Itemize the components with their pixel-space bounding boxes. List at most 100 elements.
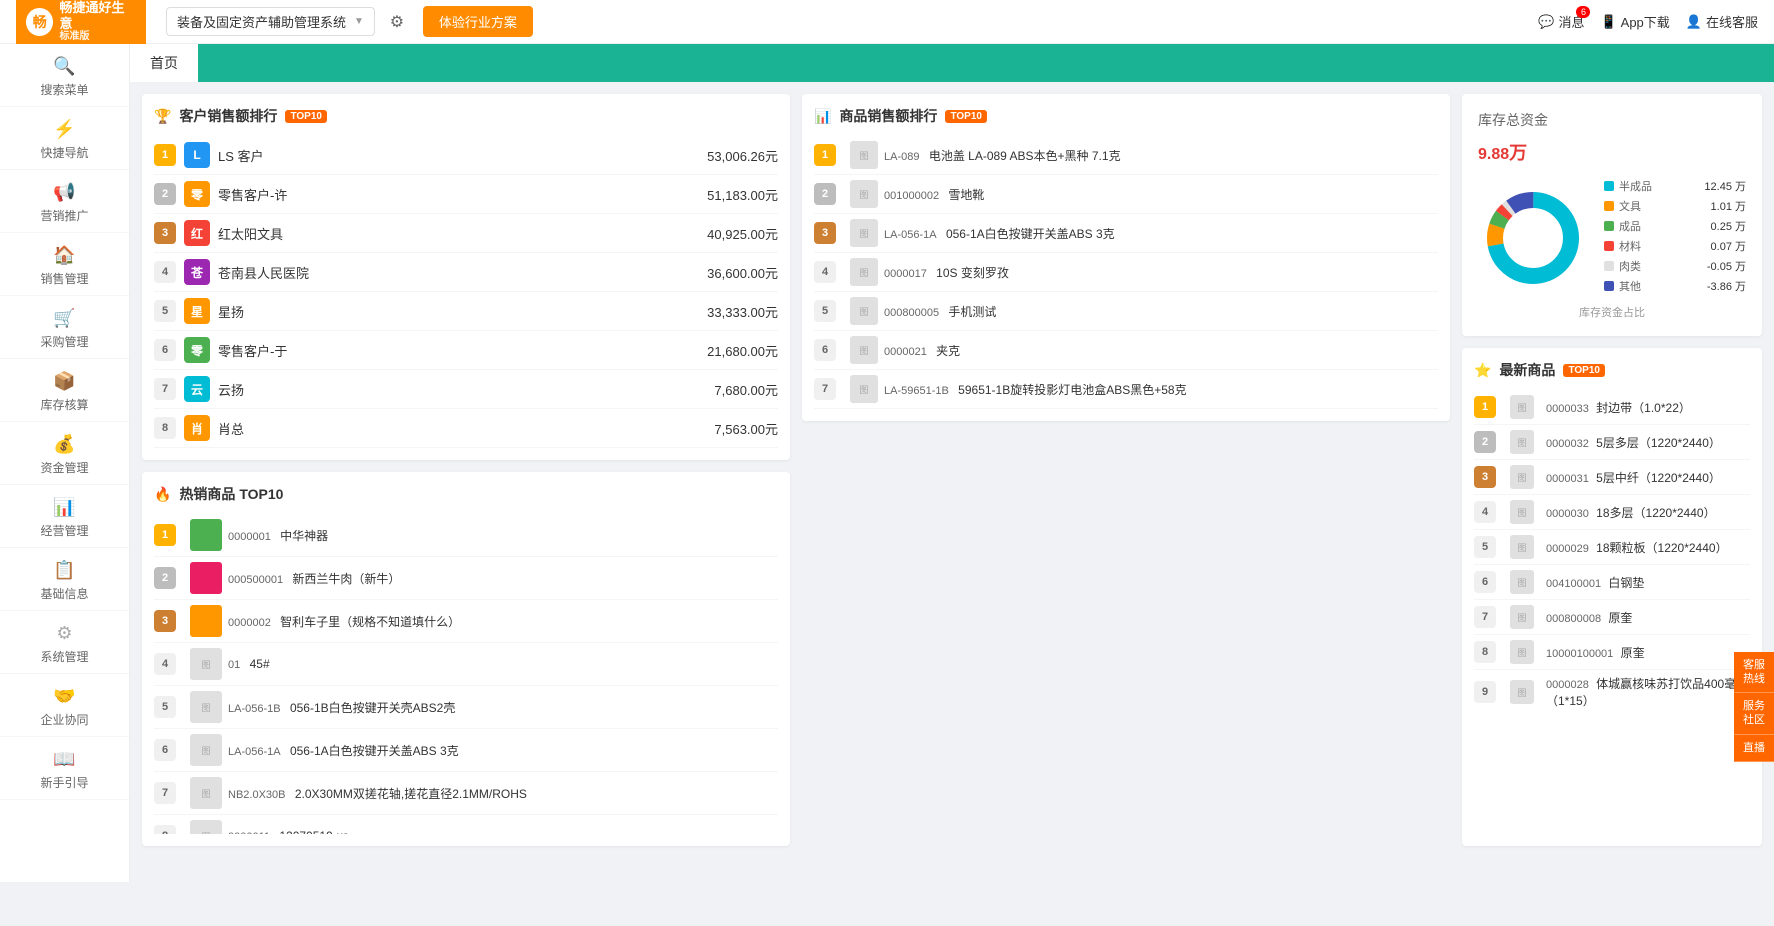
new-prod-item: 4 图 0000030 18多层（1220*2440） [1474,495,1750,530]
hot-prod-item: 6 图 LA-056-1A 056-1A白色按键开关盖ABS 3克 [154,729,778,772]
hot-prod-list: 1 0000001 中华神器 2 000500001 新西兰牛肉（新牛） 3 0… [154,514,778,834]
product-rank-item: 4 图 0000017 10S 变刻罗孜 [814,253,1438,292]
sidebar-item-sales[interactable]: 🏠 销售管理 [0,233,129,296]
product-rank-item: 1 图 LA-089 电池盖 LA-089 ABS本色+黑种 7.1克 [814,136,1438,175]
new-prod-code: 10000100001 [1546,648,1613,660]
prod-info: 0000001 中华神器 [228,527,778,544]
product-code: 0000017 [884,268,927,280]
product-rank-item: 3 图 LA-056-1A 056-1A白色按键开关盖ABS 3克 [814,214,1438,253]
float-btn-community[interactable]: 服务社区 [1734,693,1774,735]
new-prod-thumb: 图 [1510,535,1534,559]
sidebar-item-finance[interactable]: 💰 资金管理 [0,422,129,485]
product-thumb: 图 [850,375,878,403]
customer-top-badge: TOP10 [285,110,327,123]
system-select[interactable]: 装备及固定资产辅助管理系统 ▼ [166,7,375,36]
product-code: LA-089 [884,151,919,163]
message-icon: 💬 [1538,14,1554,30]
sidebar-item-search[interactable]: 🔍 搜索菜单 [0,44,129,107]
prod-info: 000500001 新西兰牛肉（新牛） [228,570,778,587]
new-prod-info: 0000029 18颗粒板（1220*2440） [1546,539,1728,556]
legend-item: 成品 0.25 万 [1604,218,1746,234]
donut-chart [1478,183,1588,293]
new-prod-info: 0000031 5层中纤（1220*2440） [1546,469,1721,486]
new-prod-item: 1 图 0000033 封边带（1.0*22） [1474,390,1750,425]
customer-amount: 36,600.00元 [707,263,778,282]
sidebar-item-enterprise[interactable]: 🤝 企业协同 [0,674,129,737]
product-code: 0000021 [884,346,927,358]
service-label: 在线客服 [1706,12,1758,31]
customer-amount: 7,563.00元 [714,419,778,438]
nav-tabs: 首页 [130,44,1774,82]
new-prod-thumb: 图 [1510,500,1534,524]
hot-prod-item: 7 图 NB2.0X30B 2.0X30MM双搓花轴,搓花直径2.1MM/ROH… [154,772,778,815]
product-rank-item: 6 图 0000021 夹克 [814,331,1438,370]
float-btn-service[interactable]: 客服热线 [1734,652,1774,694]
product-name: 手机测试 [948,305,996,319]
product-rank-item: 5 图 000800005 手机测试 [814,292,1438,331]
online-service-btn[interactable]: 👤 在线客服 [1686,12,1758,31]
sidebar-item-label: 基础信息 [40,585,88,602]
legend-value: 1.01 万 [1711,198,1746,214]
legend-name: 半成品 [1619,178,1704,194]
sidebar-item-guide[interactable]: 📖 新手引导 [0,737,129,800]
app-download-btn[interactable]: 📱 App下载 [1600,12,1669,31]
sidebar-item-system[interactable]: ⚙ 系统管理 [0,611,129,674]
sidebar-item-marketing[interactable]: 📢 营销推广 [0,170,129,233]
customer-name: 肖总 [218,419,714,438]
marketing-icon: 📢 [53,182,75,203]
legend-dot [1604,241,1614,251]
hot-prod-code: 000500001 [228,574,283,586]
legend-value: 0.25 万 [1711,218,1746,234]
customer-rank-item: 7 云 云扬 7,680.00元 [154,370,778,409]
left-column: 🏆 客户销售额排行 TOP10 1 L LS 客户 53,006.26元 2 零… [142,94,790,846]
new-prod-thumb: 图 [1510,395,1534,419]
new-prod-thumb: 图 [1510,430,1534,454]
sidebar-item-operations[interactable]: 📊 经营管理 [0,485,129,548]
middle-column: 📊 商品销售额排行 TOP10 1 图 LA-089 电池盖 LA-089 AB… [802,94,1450,846]
legend-item: 材料 0.07 万 [1604,238,1746,254]
customer-amount: 40,925.00元 [707,224,778,243]
hot-prod-name: 2.0X30MM双搓花轴,搓花直径2.1MM/ROHS [295,787,527,801]
customer-amount: 53,006.26元 [707,146,778,165]
tab-home[interactable]: 首页 [130,44,198,82]
search-icon: 🔍 [53,56,75,77]
system-name: 装备及固定资产辅助管理系统 [177,12,346,31]
trophy-icon: 🏆 [154,108,171,125]
hot-prod-code: NB2.0X30B [228,789,285,801]
legend-item: 文具 1.01 万 [1604,198,1746,214]
hot-products-title: 🔥 热销商品 TOP10 [154,484,778,504]
customer-avatar: L [184,142,210,168]
sidebar-item-basic-info[interactable]: 📋 基础信息 [0,548,129,611]
prod-info: 01 45# [228,657,778,671]
customer-rank-item: 4 苍 苍南县人民医院 36,600.00元 [154,253,778,292]
product-name: 056-1A白色按键开关盖ABS 3克 [946,227,1115,241]
hot-prod-name: 056-1B白色按键开关壳ABS2壳 [290,701,455,715]
legend-name: 肉类 [1619,258,1707,274]
hot-prod-code: 01 [228,659,240,671]
new-prod-info: 10000100001 原奎 [1546,644,1645,661]
product-thumb: 图 [850,180,878,208]
gear-icon[interactable]: ⚙ [383,8,411,36]
top-header: 畅 畅捷通好生意 标准版 装备及固定资产辅助管理系统 ▼ ⚙ 体验行业方案 💬 … [0,0,1774,44]
legend-dot [1604,261,1614,271]
sidebar-item-label: 快捷导航 [40,144,88,161]
new-prod-code: 004100001 [1546,578,1601,590]
header-center: 装备及固定资产辅助管理系统 ▼ ⚙ 体验行业方案 [146,6,1538,37]
app-icon: 📱 [1600,14,1616,30]
message-btn[interactable]: 💬 消息 6 [1538,12,1584,31]
legend-item: 半成品 12.45 万 [1604,178,1746,194]
sidebar-item-label: 系统管理 [40,648,88,665]
new-prod-code: 0000030 [1546,508,1589,520]
trial-button[interactable]: 体验行业方案 [423,6,533,37]
product-name: 夹克 [936,344,960,358]
stock-chart-area: 半成品 12.45 万 文具 1.01 万 成品 0.25 万 材料 0.07 … [1478,178,1746,298]
customer-rank-list: 1 L LS 客户 53,006.26元 2 零 零售客户-许 51,183.0… [154,136,778,448]
brand-icon: 畅 [26,8,53,36]
sidebar-item-quicknav[interactable]: ⚡ 快捷导航 [0,107,129,170]
sidebar-item-inventory[interactable]: 📦 库存核算 [0,359,129,422]
new-prod-item: 7 图 000800008 原奎 [1474,600,1750,635]
sidebar-item-purchase[interactable]: 🛒 采购管理 [0,296,129,359]
float-btn-live[interactable]: 直播 [1734,735,1774,762]
product-rank-item: 2 图 001000002 雪地靴 [814,175,1438,214]
product-info: 001000002 雪地靴 [884,186,1438,203]
